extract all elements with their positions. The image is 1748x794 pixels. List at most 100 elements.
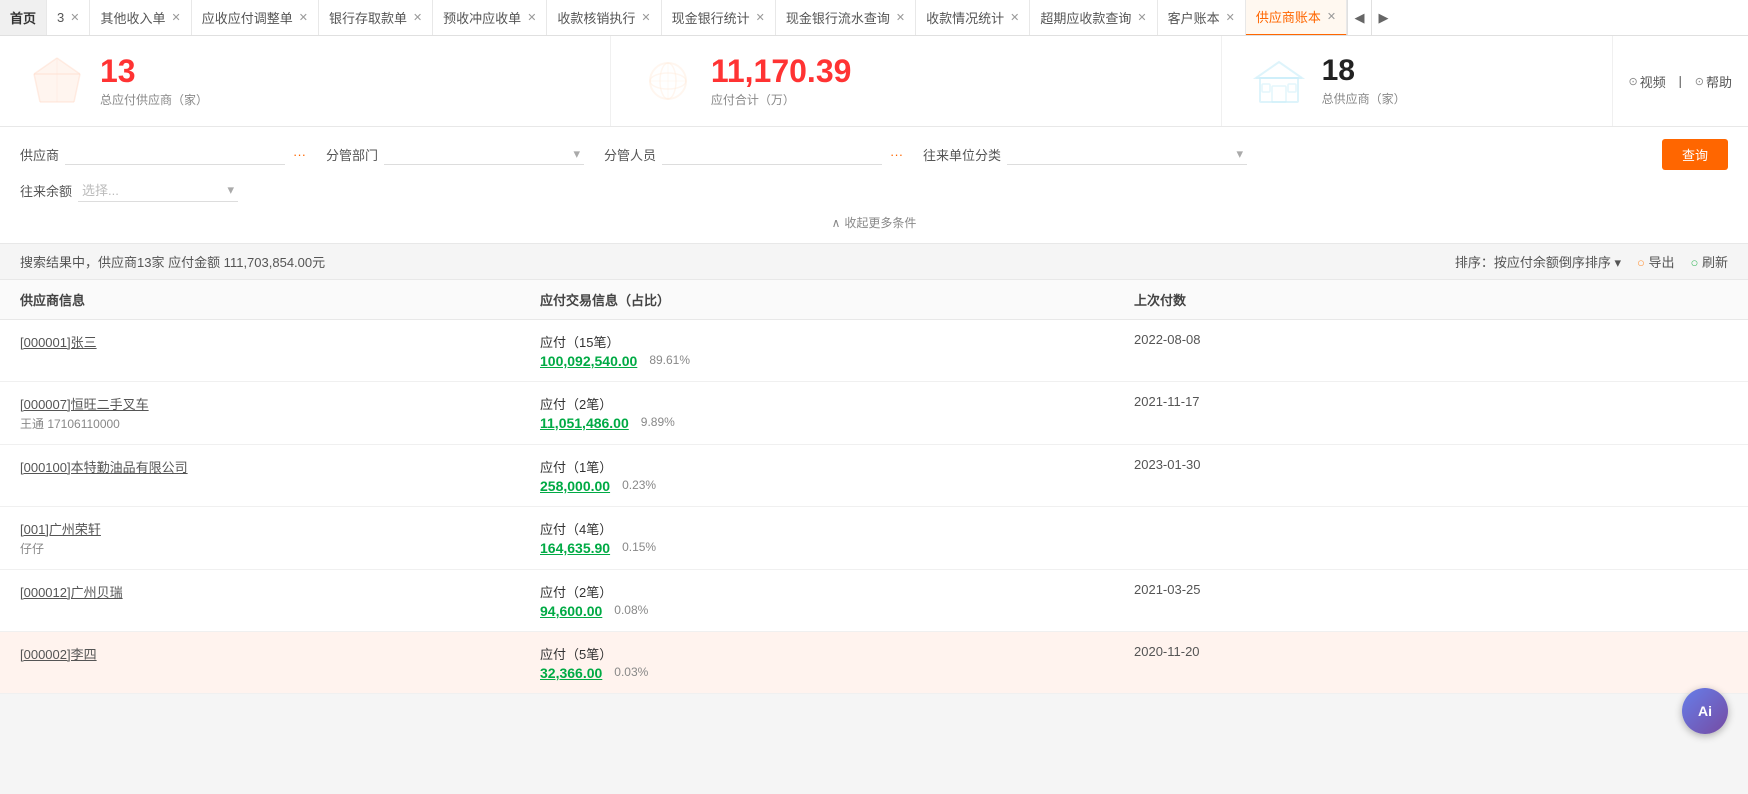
top-navigation: 首页 3 ✕ 其他收入单 ✕ 应收应付调整单 ✕ 银行存取款单 ✕ 预收冲应收单… <box>0 0 1748 36</box>
nav-tab-other-income[interactable]: 其他收入单 ✕ <box>90 0 191 36</box>
total-payable-label: 应付合计（万） <box>711 91 852 108</box>
nav-tab-ap-adjust[interactable]: 应收应付调整单 ✕ <box>192 0 319 36</box>
filter-balance-label: 往来余额 <box>20 181 72 200</box>
nav-tab-prepay-collect-label: 预收冲应收单 <box>443 8 521 27</box>
nav-tab-supplier-account-close[interactable]: ✕ <box>1327 10 1336 23</box>
nav-tab-collect-stat[interactable]: 收款情况统计 ✕ <box>916 0 1030 36</box>
table-row: [000012]广州贝瑞 应付（2笔） 94,600.00 0.08% 2021… <box>0 570 1748 632</box>
export-button[interactable]: ○ 导出 <box>1637 252 1675 271</box>
tx-info-4: 应付（4笔） 164,635.90 0.15% <box>540 519 1134 556</box>
tx-info-1: 应付（15笔） 100,092,540.00 89.61% <box>540 332 1134 369</box>
sort-arrow[interactable]: ▾ <box>1614 255 1621 270</box>
collapse-button[interactable]: ∧ 收起更多条件 <box>20 210 1728 235</box>
filter-area: 供应商 ··· 分管部门 ▾ 分管人员 ··· 往来单位分类 ▾ 查询 <box>0 127 1748 244</box>
video-link[interactable]: 视频 <box>1640 72 1666 91</box>
dept-select[interactable]: ▾ <box>384 144 584 165</box>
sort-label: 排序：按应付余额倒序排序 ▾ <box>1455 252 1621 271</box>
nav-tab-collect-stat-close[interactable]: ✕ <box>1010 11 1019 24</box>
table-row: [000001]张三 应付（15笔） 100,092,540.00 89.61%… <box>0 320 1748 382</box>
grain-icon <box>641 54 695 108</box>
nav-next-arrow[interactable]: ▶ <box>1371 0 1395 36</box>
tx-percent-4: 0.15% <box>622 540 656 554</box>
store-icon <box>1252 54 1306 108</box>
nav-tab-customer-account[interactable]: 客户账本 ✕ <box>1158 0 1246 36</box>
nav-tab-home[interactable]: 首页 <box>0 0 47 36</box>
tx-amount-1[interactable]: 100,092,540.00 <box>540 353 637 369</box>
query-button[interactable]: 查询 <box>1662 139 1728 170</box>
tx-amount-3[interactable]: 258,000.00 <box>540 478 610 494</box>
tx-label-5: 应付（2笔） <box>540 582 1134 601</box>
tx-amount-4[interactable]: 164,635.90 <box>540 540 610 556</box>
balance-select[interactable]: 选择... ▾ <box>78 178 238 202</box>
refresh-button[interactable]: ○ 刷新 <box>1691 252 1729 271</box>
supplier-info-6: [000002]李四 <box>20 644 540 663</box>
supplier-link-4[interactable]: [001]广州荣轩 <box>20 519 540 538</box>
nav-tab-collect-exec-label: 收款核销执行 <box>557 8 635 27</box>
nav-tab-ap-adjust-close[interactable]: ✕ <box>299 11 308 24</box>
help-link[interactable]: 帮助 <box>1706 72 1732 91</box>
last-pay-5: 2021-03-25 <box>1134 582 1728 597</box>
collapse-up-icon: ∧ <box>832 216 841 230</box>
card-total-payable-content: 11,170.39 应付合计（万） <box>711 55 852 108</box>
export-label: 导出 <box>1648 255 1674 270</box>
category-select[interactable]: ▾ <box>1007 144 1247 165</box>
export-icon: ○ <box>1637 255 1645 270</box>
nav-tab-bank-deposit-close[interactable]: ✕ <box>413 11 422 24</box>
supplier-link-1[interactable]: [000001]张三 <box>20 332 540 351</box>
supplier-dots-btn[interactable]: ··· <box>293 147 306 162</box>
tx-amount-5[interactable]: 94,600.00 <box>540 603 602 619</box>
nav-tab-cash-bank-stat-close[interactable]: ✕ <box>756 11 765 24</box>
nav-tab-cash-bank-stat-label: 现金银行统计 <box>672 8 750 27</box>
nav-tab-bank-deposit[interactable]: 银行存取款单 ✕ <box>319 0 433 36</box>
supplier-sub-4: 仔仔 <box>20 540 540 557</box>
nav-prev-arrow[interactable]: ◀ <box>1347 0 1371 36</box>
nav-tab-prepay-collect[interactable]: 预收冲应收单 ✕ <box>433 0 547 36</box>
nav-tab-prepay-collect-close[interactable]: ✕ <box>527 11 536 24</box>
filter-supplier: 供应商 ··· <box>20 145 306 165</box>
supplier-link-3[interactable]: [000100]本特勤油品有限公司 <box>20 457 540 476</box>
supplier-link-6[interactable]: [000002]李四 <box>20 644 540 663</box>
nav-tab-3[interactable]: 3 ✕ <box>47 0 90 36</box>
filter-row-1: 供应商 ··· 分管部门 ▾ 分管人员 ··· 往来单位分类 ▾ 查询 <box>20 139 1728 170</box>
ai-assistant-button[interactable]: Ai <box>1682 688 1728 734</box>
filter-row-2: 往来余额 选择... ▾ <box>20 178 1728 202</box>
nav-tab-3-close[interactable]: ✕ <box>70 11 79 24</box>
nav-tab-customer-account-close[interactable]: ✕ <box>1226 11 1235 24</box>
nav-tab-collect-exec[interactable]: 收款核销执行 ✕ <box>547 0 661 36</box>
tx-amount-6[interactable]: 32,366.00 <box>540 665 602 681</box>
tx-label-3: 应付（1笔） <box>540 457 1134 476</box>
supplier-link-2[interactable]: [000007]恒旺二手叉车 <box>20 394 540 413</box>
nav-tab-cash-flow-query-close[interactable]: ✕ <box>896 11 905 24</box>
supplier-link-5[interactable]: [000012]广州贝瑞 <box>20 582 540 601</box>
person-input[interactable] <box>662 145 882 165</box>
tx-percent-5: 0.08% <box>614 603 648 617</box>
nav-tab-supplier-account[interactable]: 供应商账本 ✕ <box>1246 0 1347 36</box>
nav-tab-home-label: 首页 <box>10 8 36 27</box>
top-right-links: ⊙ 视频 丨 ⊙ 帮助 <box>1613 36 1748 126</box>
card-total-suppliers-content: 18 总供应商（家） <box>1322 56 1406 107</box>
nav-tab-cash-flow-query[interactable]: 现金银行流水查询 ✕ <box>776 0 916 36</box>
supplier-info-4: [001]广州荣轩 仔仔 <box>20 519 540 557</box>
filter-person: 分管人员 ··· <box>604 145 903 165</box>
category-select-arrow: ▾ <box>1237 146 1244 162</box>
filter-dept-label: 分管部门 <box>326 145 378 164</box>
tx-amount-2[interactable]: 11,051,486.00 <box>540 415 629 431</box>
last-pay-6: 2020-11-20 <box>1134 644 1728 659</box>
tx-percent-2: 9.89% <box>641 415 675 429</box>
nav-tab-other-income-close[interactable]: ✕ <box>171 11 180 24</box>
tx-info-6: 应付（5笔） 32,366.00 0.03% <box>540 644 1134 681</box>
supplier-info-5: [000012]广州贝瑞 <box>20 582 540 601</box>
nav-tab-collect-exec-close[interactable]: ✕ <box>641 11 650 24</box>
supplier-input[interactable] <box>65 145 285 165</box>
person-dots-btn[interactable]: ··· <box>890 147 903 162</box>
summary-bar: 13 总应付供应商（家） 11,170.39 应付合计（万） <box>0 36 1748 127</box>
card-payable-suppliers-content: 13 总应付供应商（家） <box>100 55 208 108</box>
nav-tab-customer-account-label: 客户账本 <box>1168 8 1220 27</box>
summary-card-total-payable: 11,170.39 应付合计（万） <box>611 36 1222 126</box>
total-payable-number: 11,170.39 <box>711 55 852 87</box>
table-header: 供应商信息 应付交易信息（占比） 上次付数 <box>0 280 1748 320</box>
nav-tab-overdue-query-close[interactable]: ✕ <box>1137 11 1146 24</box>
nav-tab-cash-bank-stat[interactable]: 现金银行统计 ✕ <box>662 0 776 36</box>
nav-tab-overdue-query[interactable]: 超期应收款查询 ✕ <box>1030 0 1157 36</box>
tx-info-5: 应付（2笔） 94,600.00 0.08% <box>540 582 1134 619</box>
